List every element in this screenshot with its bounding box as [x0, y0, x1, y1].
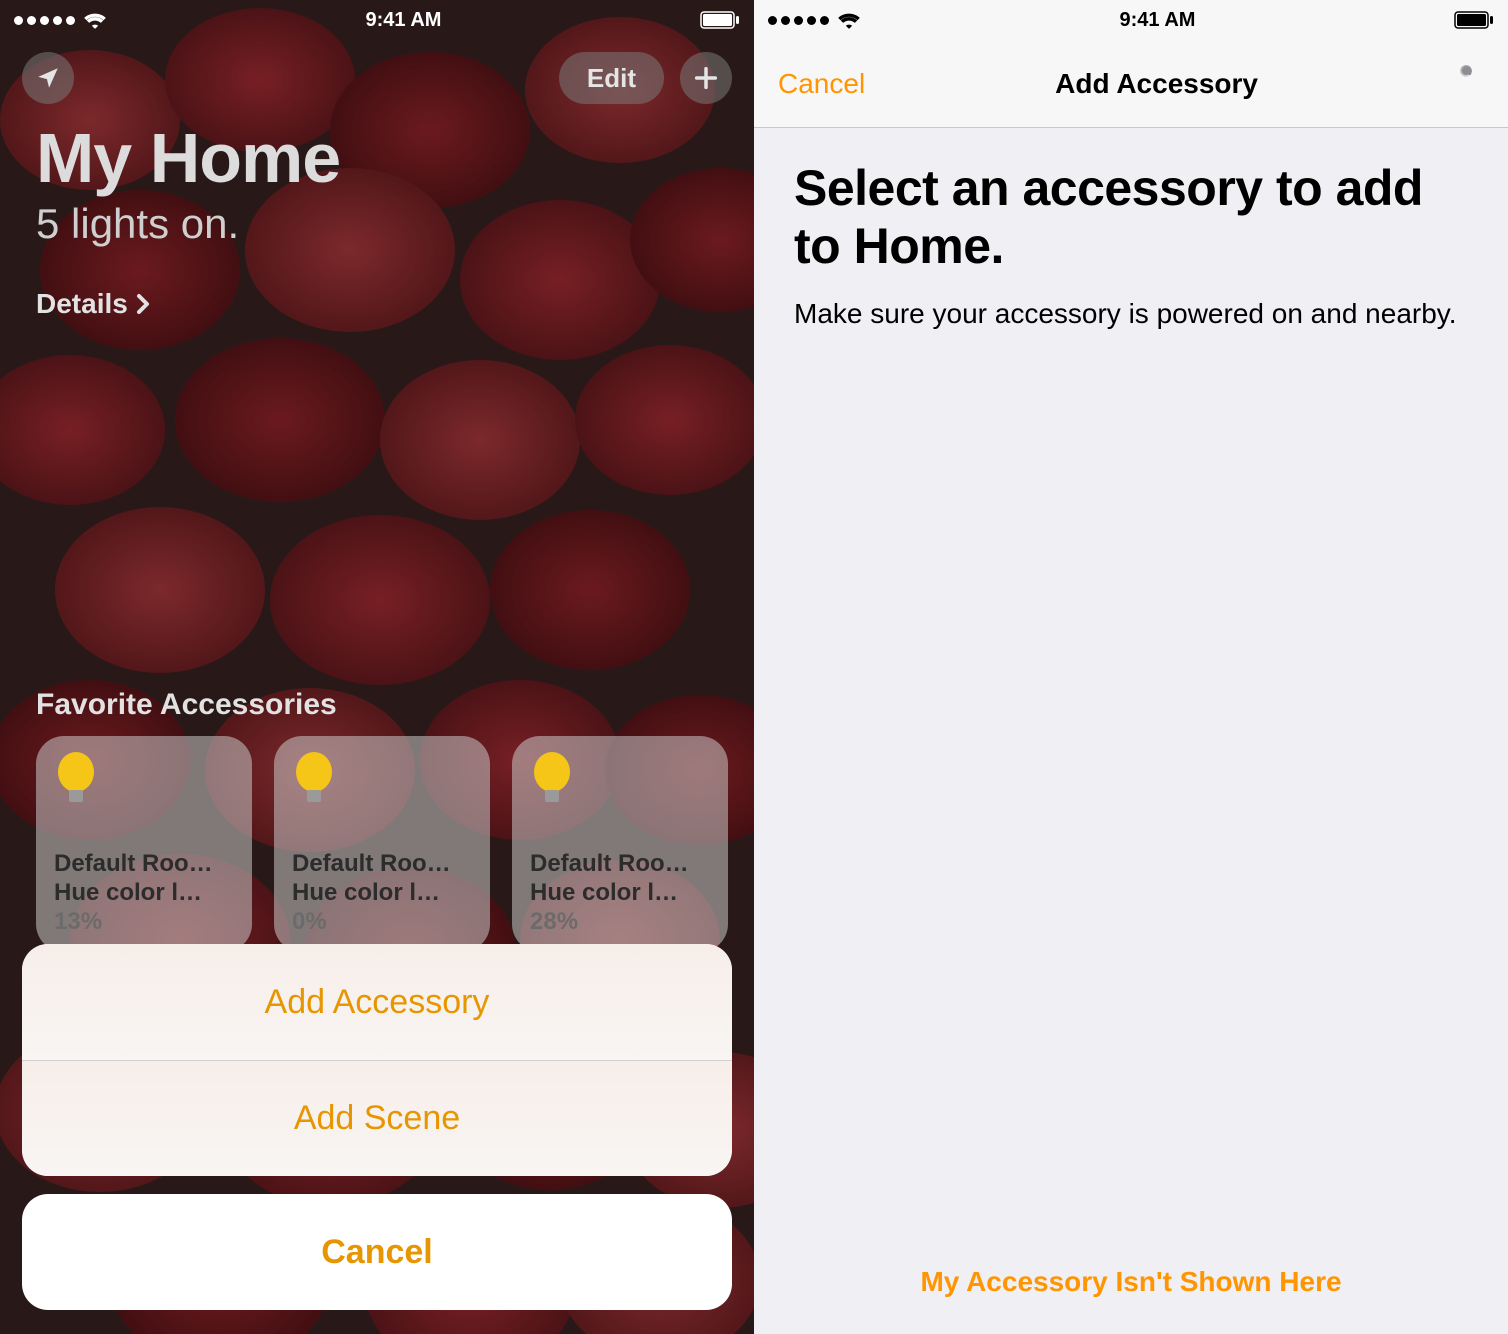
- header-toolbar: Edit: [0, 48, 754, 108]
- bulb-icon: [530, 752, 710, 808]
- content-area: Select an accessory to add to Home. Make…: [794, 160, 1468, 333]
- signal-dots-icon: [14, 16, 75, 25]
- favorites-heading: Favorite Accessories: [36, 688, 754, 722]
- sheet-cancel[interactable]: Cancel: [22, 1194, 732, 1310]
- battery-icon: [1454, 11, 1494, 29]
- add-button[interactable]: [680, 52, 732, 104]
- home-header: My Home 5 lights on. Details: [36, 118, 718, 320]
- accessory-tile[interactable]: Default Roo…Hue color l… 28%: [512, 736, 728, 952]
- sheet-add-scene[interactable]: Add Scene: [22, 1060, 732, 1176]
- status-time: 9:41 AM: [1120, 9, 1196, 32]
- home-title: My Home: [36, 118, 718, 198]
- location-button[interactable]: [22, 52, 74, 104]
- spinner-icon: [1448, 66, 1484, 102]
- nav-title: Add Accessory: [1055, 68, 1258, 100]
- battery-icon: [700, 11, 740, 29]
- nav-bar: Cancel Add Accessory: [754, 40, 1508, 128]
- sheet-add-accessory[interactable]: Add Accessory: [22, 944, 732, 1060]
- accessory-tile[interactable]: Default Roo…Hue color l… 13%: [36, 736, 252, 952]
- details-link[interactable]: Details: [36, 288, 718, 320]
- wifi-icon: [837, 11, 861, 29]
- bulb-icon: [292, 752, 472, 808]
- details-label: Details: [36, 288, 128, 320]
- edit-button[interactable]: Edit: [559, 52, 664, 104]
- accessory-not-shown-link[interactable]: My Accessory Isn't Shown Here: [754, 1266, 1508, 1298]
- page-subtitle: Make sure your accessory is powered on a…: [794, 295, 1468, 333]
- status-time: 9:41 AM: [366, 9, 442, 32]
- status-bar: 9:41 AM: [0, 0, 754, 40]
- action-sheet: Add Accessory Add Scene Cancel: [22, 944, 732, 1310]
- home-status: 5 lights on.: [36, 200, 718, 248]
- nav-cancel-button[interactable]: Cancel: [778, 68, 865, 100]
- wifi-icon: [83, 11, 107, 29]
- home-app-screen: 9:41 AM Edit My Home 5 lights on.: [0, 0, 754, 1334]
- bulb-icon: [54, 752, 234, 808]
- page-heading: Select an accessory to add to Home.: [794, 160, 1468, 275]
- add-accessory-screen: 9:41 AM Cancel Add Accessory: [754, 0, 1508, 1334]
- status-bar: 9:41 AM: [754, 0, 1508, 40]
- accessory-tile[interactable]: Default Roo…Hue color l… 0%: [274, 736, 490, 952]
- favorites-section: Favorite Accessories Default Roo…Hue col…: [36, 688, 754, 952]
- signal-dots-icon: [768, 16, 829, 25]
- chevron-right-icon: [136, 293, 150, 315]
